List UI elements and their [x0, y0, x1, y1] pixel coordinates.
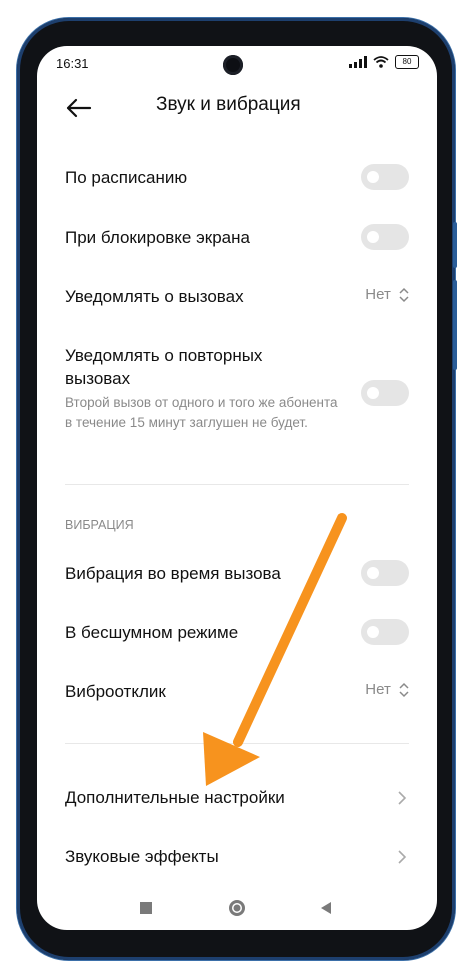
phone-side-button [453, 280, 457, 370]
status-time: 16:31 [56, 56, 89, 71]
repeat-calls-toggle[interactable] [361, 380, 409, 406]
row-additional-settings[interactable]: Дополнительные настройки [65, 786, 409, 812]
section-title-vibration: ВИБРАЦИЯ [65, 518, 134, 532]
row-label: Вибрация во время вызова [65, 564, 281, 583]
row-repeat-calls[interactable]: Уведомлять о повторных вызовах Второй вы… [65, 344, 409, 444]
row-lock-screen[interactable]: При блокировке экрана [65, 224, 409, 252]
status-icons: 80 [349, 55, 419, 69]
vibrate-calls-toggle[interactable] [361, 560, 409, 586]
row-description: Второй вызов от одного и того же абонент… [65, 395, 338, 430]
haptic-feedback-value[interactable]: Нет [365, 681, 409, 698]
row-label: В бесшумном режиме [65, 623, 239, 642]
chevron-right-icon [398, 850, 407, 864]
divider [65, 743, 409, 744]
chevron-right-icon [398, 791, 407, 805]
row-schedule[interactable]: По расписанию [65, 164, 409, 192]
back-triangle-icon[interactable] [319, 901, 333, 915]
value-text: Нет [365, 286, 391, 303]
battery-level: 80 [402, 57, 412, 66]
row-label: Звуковые эффекты [65, 847, 219, 866]
silent-mode-toggle[interactable] [361, 619, 409, 645]
row-silent-mode[interactable]: В бесшумном режиме [65, 619, 409, 647]
row-label: По расписанию [65, 168, 188, 187]
up-down-chevron-icon [399, 682, 409, 698]
row-label: Виброотклик [65, 682, 166, 701]
row-label: При блокировке экрана [65, 228, 250, 247]
status-bar: 16:31 80 [37, 46, 437, 80]
row-vibrate-calls[interactable]: Вибрация во время вызова [65, 560, 409, 588]
home-icon[interactable] [227, 898, 247, 918]
signal-icon [349, 56, 367, 68]
row-label: Уведомлять о повторных вызовах [65, 346, 263, 388]
notify-calls-value[interactable]: Нет [365, 286, 409, 303]
phone-side-button [453, 222, 457, 268]
row-label: Уведомлять о вызовах [65, 287, 244, 306]
front-camera [223, 55, 243, 75]
schedule-toggle[interactable] [361, 164, 409, 190]
divider [65, 484, 409, 485]
page-title: Звук и вибрация [156, 94, 301, 115]
value-text: Нет [365, 681, 391, 698]
battery-icon: 80 [395, 55, 419, 69]
back-arrow-icon[interactable] [65, 94, 93, 122]
wifi-icon [373, 56, 389, 68]
row-haptic-feedback[interactable]: Виброотклик Нет [65, 680, 409, 706]
row-label: Дополнительные настройки [65, 788, 285, 807]
recent-apps-icon[interactable] [139, 901, 153, 915]
row-notify-calls[interactable]: Уведомлять о вызовах Нет [65, 285, 409, 311]
up-down-chevron-icon [399, 287, 409, 303]
screen: 16:31 80 Звук и вибрация По расписанию П… [37, 46, 437, 930]
lock-screen-toggle[interactable] [361, 224, 409, 250]
header: Звук и вибрация [37, 80, 437, 138]
navigation-bar [37, 886, 437, 930]
row-sound-effects[interactable]: Звуковые эффекты [65, 845, 409, 871]
